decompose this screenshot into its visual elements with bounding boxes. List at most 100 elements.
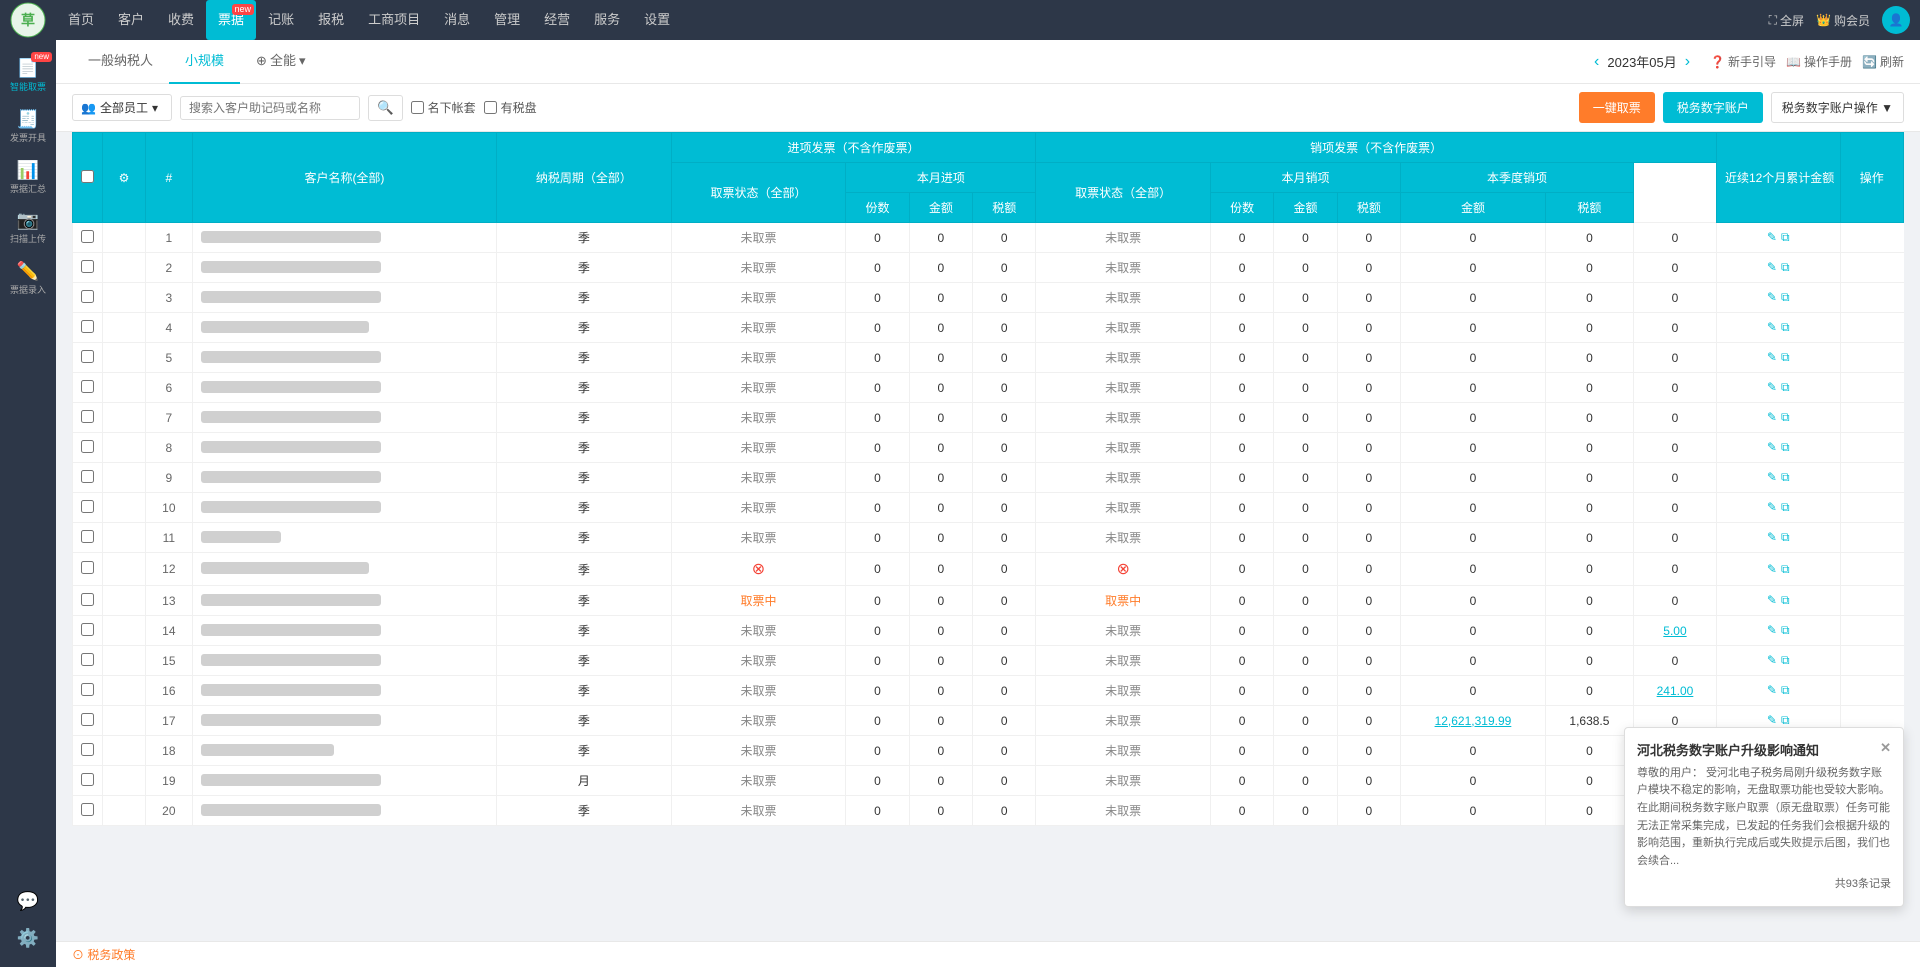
edit-button[interactable]: ✎ bbox=[1767, 653, 1777, 667]
customer-name[interactable]: ████████████████ bbox=[192, 676, 496, 706]
copy-button[interactable]: ⧉ bbox=[1781, 683, 1790, 697]
row-checkbox[interactable] bbox=[81, 350, 94, 363]
user-avatar[interactable]: 👤 bbox=[1882, 6, 1910, 34]
copy-button[interactable]: ⧉ bbox=[1781, 260, 1790, 274]
nav-customer[interactable]: 客户 bbox=[106, 0, 156, 40]
edit-button[interactable]: ✎ bbox=[1767, 260, 1777, 274]
row-checkbox[interactable] bbox=[81, 230, 94, 243]
customer-search-input[interactable] bbox=[180, 96, 360, 120]
guide-button[interactable]: ❓ 新手引导 bbox=[1710, 53, 1776, 70]
customer-name[interactable]: ████████████████████ bbox=[192, 766, 496, 796]
refresh-button[interactable]: 🔄 刷新 bbox=[1862, 53, 1904, 70]
customer-name[interactable]: ████████████████████ bbox=[192, 586, 496, 616]
copy-button[interactable]: ⧉ bbox=[1781, 410, 1790, 424]
row-checkbox[interactable] bbox=[81, 561, 94, 574]
edit-button[interactable]: ✎ bbox=[1767, 470, 1777, 484]
edit-button[interactable]: ✎ bbox=[1767, 593, 1777, 607]
sidebar-item-smart-fetch[interactable]: 📄 智能取票 new bbox=[0, 50, 56, 101]
member-button[interactable]: 👑购会员 bbox=[1816, 12, 1870, 29]
digital-tax-operations-button[interactable]: 税务数字账户操作 ▼ bbox=[1771, 92, 1904, 123]
row-checkbox[interactable] bbox=[81, 623, 94, 636]
th-input-status[interactable]: 取票状态（全部） bbox=[671, 163, 846, 223]
edit-button[interactable]: ✎ bbox=[1767, 623, 1777, 637]
edit-button[interactable]: ✎ bbox=[1767, 320, 1777, 334]
copy-button[interactable]: ⧉ bbox=[1781, 653, 1790, 667]
nav-manage[interactable]: 管理 bbox=[482, 0, 532, 40]
th-output-amount[interactable]: 金额 bbox=[1274, 193, 1337, 223]
row-checkbox[interactable] bbox=[81, 320, 94, 333]
edit-button[interactable]: ✎ bbox=[1767, 350, 1777, 364]
copy-button[interactable]: ⧉ bbox=[1781, 230, 1790, 244]
one-click-fetch-button[interactable]: 一键取票 bbox=[1579, 92, 1655, 123]
sub-account-checkbox-label[interactable]: 名下帐套 bbox=[411, 99, 476, 116]
next-month-button[interactable]: › bbox=[1685, 53, 1690, 71]
select-all-checkbox[interactable] bbox=[81, 170, 94, 183]
customer-name[interactable]: ████████████████ bbox=[192, 616, 496, 646]
row-checkbox[interactable] bbox=[81, 260, 94, 273]
copy-button[interactable]: ⧉ bbox=[1781, 593, 1790, 607]
sub-account-checkbox[interactable] bbox=[411, 101, 424, 114]
th-credit-amount[interactable]: 金额 bbox=[1401, 193, 1546, 223]
row-checkbox[interactable] bbox=[81, 653, 94, 666]
tax-disk-checkbox[interactable] bbox=[484, 101, 497, 114]
nav-settings[interactable]: 设置 bbox=[632, 0, 682, 40]
customer-name[interactable]: ████████████████████ bbox=[192, 463, 496, 493]
row-checkbox[interactable] bbox=[81, 683, 94, 696]
month12-value[interactable]: 5.00 bbox=[1663, 624, 1686, 638]
row-checkbox[interactable] bbox=[81, 593, 94, 606]
digital-tax-account-button[interactable]: 税务数字账户 bbox=[1663, 92, 1763, 123]
row-checkbox[interactable] bbox=[81, 530, 94, 543]
customer-name[interactable]: ████████████████ bbox=[192, 253, 496, 283]
nav-accounting[interactable]: 记账 bbox=[256, 0, 306, 40]
customer-name[interactable]: ████████████████████ bbox=[192, 343, 496, 373]
nav-message[interactable]: 消息 bbox=[432, 0, 482, 40]
customer-name[interactable]: ████████ ⬛ bbox=[192, 736, 496, 766]
copy-button[interactable]: ⧉ bbox=[1781, 562, 1790, 576]
copy-button[interactable]: ⧉ bbox=[1781, 530, 1790, 544]
th-output-count[interactable]: 份数 bbox=[1210, 193, 1273, 223]
month12-value[interactable]: 241.00 bbox=[1657, 684, 1694, 698]
sidebar-item-invoice-open[interactable]: 🧾 发票开具 bbox=[0, 101, 56, 152]
tab-small-scale[interactable]: 小规模 bbox=[169, 40, 240, 84]
customer-name[interactable]: ████████████████ bbox=[192, 223, 496, 253]
row-checkbox[interactable] bbox=[81, 470, 94, 483]
search-button[interactable]: 🔍 bbox=[368, 95, 403, 121]
row-checkbox[interactable] bbox=[81, 410, 94, 423]
row-checkbox[interactable] bbox=[81, 713, 94, 726]
row-checkbox[interactable] bbox=[81, 743, 94, 756]
edit-button[interactable]: ✎ bbox=[1767, 290, 1777, 304]
tab-all[interactable]: ⊕全能 ▾ bbox=[240, 40, 321, 84]
row-checkbox[interactable] bbox=[81, 500, 94, 513]
customer-name[interactable]: ████████████████ bbox=[192, 373, 496, 403]
row-checkbox[interactable] bbox=[81, 380, 94, 393]
customer-name[interactable]: ████████████████ bbox=[192, 646, 496, 676]
copy-button[interactable]: ⧉ bbox=[1781, 440, 1790, 454]
customer-name[interactable]: ████████████████ bbox=[192, 796, 496, 826]
nav-tax[interactable]: 报税 bbox=[306, 0, 356, 40]
th-output-status[interactable]: 取票状态（全部） bbox=[1036, 163, 1211, 223]
nav-operation[interactable]: 经营 bbox=[532, 0, 582, 40]
edit-button[interactable]: ✎ bbox=[1767, 713, 1777, 727]
edit-button[interactable]: ✎ bbox=[1767, 562, 1777, 576]
copy-button[interactable]: ⧉ bbox=[1781, 320, 1790, 334]
nav-service[interactable]: 服务 bbox=[582, 0, 632, 40]
copy-button[interactable]: ⧉ bbox=[1781, 623, 1790, 637]
sidebar-item-invoice-entry[interactable]: ✏️ 票据录入 bbox=[0, 253, 56, 304]
row-checkbox[interactable] bbox=[81, 440, 94, 453]
copy-button[interactable]: ⧉ bbox=[1781, 500, 1790, 514]
sidebar-item-gear[interactable]: ⚙️ bbox=[0, 920, 56, 957]
sidebar-item-scan-upload[interactable]: 📷 扫描上传 bbox=[0, 202, 56, 253]
tax-policy-link[interactable]: ⊙ 税务政策 bbox=[72, 946, 135, 963]
popup-close-button[interactable]: ✕ bbox=[1880, 740, 1891, 759]
copy-button[interactable]: ⧉ bbox=[1781, 470, 1790, 484]
customer-name[interactable]: ████████████ bbox=[192, 313, 496, 343]
th-input-count[interactable]: 份数 bbox=[846, 193, 909, 223]
th-input-amount[interactable]: 金额 bbox=[909, 193, 972, 223]
manual-button[interactable]: 📖 操作手册 bbox=[1786, 53, 1852, 70]
employee-select[interactable]: 👥 全部员工 ▾ bbox=[72, 94, 172, 121]
nav-business[interactable]: 工商项目 bbox=[356, 0, 432, 40]
row-checkbox[interactable] bbox=[81, 290, 94, 303]
edit-button[interactable]: ✎ bbox=[1767, 410, 1777, 424]
nav-home[interactable]: 首页 bbox=[56, 0, 106, 40]
edit-button[interactable]: ✎ bbox=[1767, 440, 1777, 454]
